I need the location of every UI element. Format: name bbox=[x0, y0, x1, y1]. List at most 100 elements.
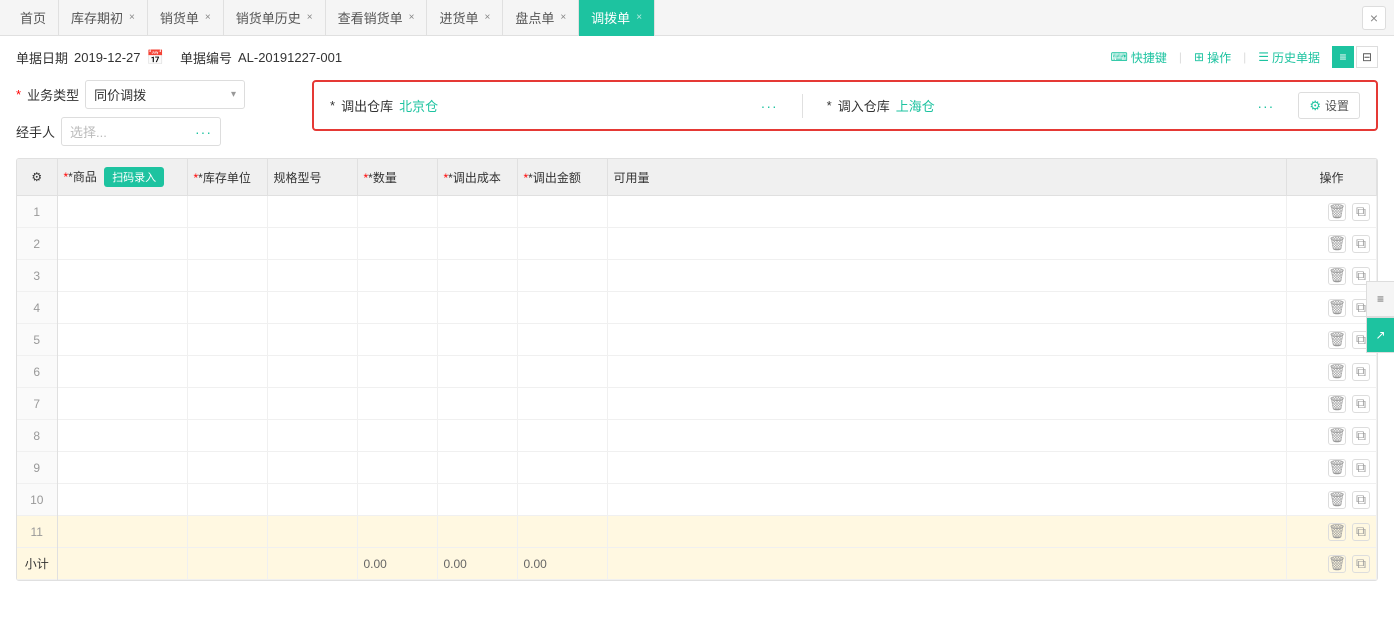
tab-sales[interactable]: 销货单 × bbox=[148, 0, 224, 36]
row-unit[interactable] bbox=[187, 324, 267, 356]
tab-purchase[interactable]: 进货单 × bbox=[427, 0, 503, 36]
copy-row-icon[interactable]: ⧉ bbox=[1352, 523, 1370, 541]
scan-btn[interactable]: 扫码录入 bbox=[104, 167, 164, 187]
row-unit[interactable] bbox=[187, 228, 267, 260]
notes-float-btn[interactable]: ≡ bbox=[1366, 281, 1394, 317]
row-avail[interactable] bbox=[607, 484, 1287, 516]
row-goods[interactable] bbox=[57, 388, 187, 420]
biz-type-select[interactable]: 同价调拨 ▾ bbox=[85, 80, 245, 109]
row-spec[interactable] bbox=[267, 196, 357, 228]
row-avail[interactable] bbox=[607, 420, 1287, 452]
tab-view-sales[interactable]: 查看销货单 × bbox=[326, 0, 428, 36]
delete-row-icon[interactable]: 🗑 bbox=[1328, 427, 1346, 445]
tab-close-sales[interactable]: × bbox=[205, 12, 211, 23]
row-amount[interactable] bbox=[517, 324, 607, 356]
delete-row-icon[interactable]: 🗑 bbox=[1328, 203, 1346, 221]
row-cost[interactable] bbox=[437, 196, 517, 228]
row-qty[interactable] bbox=[357, 324, 437, 356]
row-spec[interactable] bbox=[267, 388, 357, 420]
row-cost[interactable] bbox=[437, 356, 517, 388]
row-qty[interactable] bbox=[357, 196, 437, 228]
row-unit[interactable] bbox=[187, 292, 267, 324]
warehouse-out-value[interactable]: 北京仓 bbox=[399, 96, 755, 115]
row-avail[interactable] bbox=[607, 228, 1287, 260]
row-spec[interactable] bbox=[267, 228, 357, 260]
row-spec[interactable] bbox=[267, 292, 357, 324]
settings-button[interactable]: ⚙ 设置 bbox=[1298, 92, 1360, 119]
row-amount[interactable] bbox=[517, 452, 607, 484]
row-amount[interactable] bbox=[517, 196, 607, 228]
layout-list-btn[interactable]: ≡ bbox=[1332, 46, 1354, 68]
tab-sales-history[interactable]: 销货单历史 × bbox=[224, 0, 326, 36]
row-qty[interactable] bbox=[357, 484, 437, 516]
row-unit[interactable] bbox=[187, 516, 267, 548]
row-spec[interactable] bbox=[267, 420, 357, 452]
calendar-icon[interactable]: 📅 bbox=[147, 49, 164, 66]
row-avail[interactable] bbox=[607, 292, 1287, 324]
history-btn[interactable]: ☰ 历史单据 bbox=[1258, 49, 1320, 66]
window-close-button[interactable]: × bbox=[1362, 6, 1386, 30]
delete-row-icon[interactable]: 🗑 bbox=[1328, 363, 1346, 381]
row-unit[interactable] bbox=[187, 388, 267, 420]
shortcut-btn[interactable]: ⌨ 快捷键 bbox=[1111, 49, 1167, 66]
tab-close-stocktake[interactable]: × bbox=[560, 12, 566, 23]
warehouse-out-more-btn[interactable]: ··· bbox=[761, 98, 778, 114]
copy-row-icon[interactable]: ⧉ bbox=[1352, 459, 1370, 477]
row-unit[interactable] bbox=[187, 260, 267, 292]
tab-close-purchase[interactable]: × bbox=[484, 12, 490, 23]
row-avail[interactable] bbox=[607, 388, 1287, 420]
expand-float-btn[interactable]: ↗ bbox=[1366, 317, 1394, 353]
row-amount[interactable] bbox=[517, 228, 607, 260]
row-goods[interactable] bbox=[57, 292, 187, 324]
row-goods[interactable] bbox=[57, 452, 187, 484]
row-unit[interactable] bbox=[187, 196, 267, 228]
row-unit[interactable] bbox=[187, 452, 267, 484]
subtotal-delete-icon[interactable]: 🗑 bbox=[1328, 555, 1346, 573]
ops-btn[interactable]: ⊞ 操作 bbox=[1194, 49, 1231, 66]
row-qty[interactable] bbox=[357, 420, 437, 452]
row-goods[interactable] bbox=[57, 420, 187, 452]
row-cost[interactable] bbox=[437, 324, 517, 356]
row-cost[interactable] bbox=[437, 292, 517, 324]
row-amount[interactable] bbox=[517, 292, 607, 324]
copy-row-icon[interactable]: ⧉ bbox=[1352, 235, 1370, 253]
warehouse-in-more-btn[interactable]: ··· bbox=[1257, 98, 1274, 114]
row-cost[interactable] bbox=[437, 388, 517, 420]
handler-more-btn[interactable]: ··· bbox=[195, 124, 212, 140]
row-cost[interactable] bbox=[437, 420, 517, 452]
row-cost[interactable] bbox=[437, 228, 517, 260]
row-qty[interactable] bbox=[357, 452, 437, 484]
row-qty[interactable] bbox=[357, 516, 437, 548]
row-goods[interactable] bbox=[57, 356, 187, 388]
copy-row-icon[interactable]: ⧉ bbox=[1352, 363, 1370, 381]
row-cost[interactable] bbox=[437, 452, 517, 484]
row-qty[interactable] bbox=[357, 260, 437, 292]
row-qty[interactable] bbox=[357, 228, 437, 260]
row-goods[interactable] bbox=[57, 196, 187, 228]
row-avail[interactable] bbox=[607, 356, 1287, 388]
row-goods[interactable] bbox=[57, 516, 187, 548]
row-qty[interactable] bbox=[357, 292, 437, 324]
delete-row-icon[interactable]: 🗑 bbox=[1328, 491, 1346, 509]
row-spec[interactable] bbox=[267, 356, 357, 388]
row-spec[interactable] bbox=[267, 324, 357, 356]
row-amount[interactable] bbox=[517, 388, 607, 420]
row-amount[interactable] bbox=[517, 420, 607, 452]
tab-close-transfer[interactable]: × bbox=[636, 12, 642, 23]
subtotal-copy-icon[interactable]: ⧉ bbox=[1352, 555, 1370, 573]
handler-select[interactable]: 选择... ··· bbox=[61, 117, 221, 146]
row-cost[interactable] bbox=[437, 516, 517, 548]
row-goods[interactable] bbox=[57, 228, 187, 260]
row-avail[interactable] bbox=[607, 196, 1287, 228]
copy-row-icon[interactable]: ⧉ bbox=[1352, 491, 1370, 509]
tab-stocktake[interactable]: 盘点单 × bbox=[503, 0, 579, 36]
tab-close-view-sales[interactable]: × bbox=[409, 12, 415, 23]
tab-close-sales-history[interactable]: × bbox=[307, 12, 313, 23]
copy-row-icon[interactable]: ⧉ bbox=[1352, 395, 1370, 413]
delete-row-icon[interactable]: 🗑 bbox=[1328, 331, 1346, 349]
row-unit[interactable] bbox=[187, 356, 267, 388]
tab-home[interactable]: 首页 bbox=[8, 0, 59, 36]
layout-grid-btn[interactable]: ⊟ bbox=[1356, 46, 1378, 68]
delete-row-icon[interactable]: 🗑 bbox=[1328, 235, 1346, 253]
row-amount[interactable] bbox=[517, 356, 607, 388]
